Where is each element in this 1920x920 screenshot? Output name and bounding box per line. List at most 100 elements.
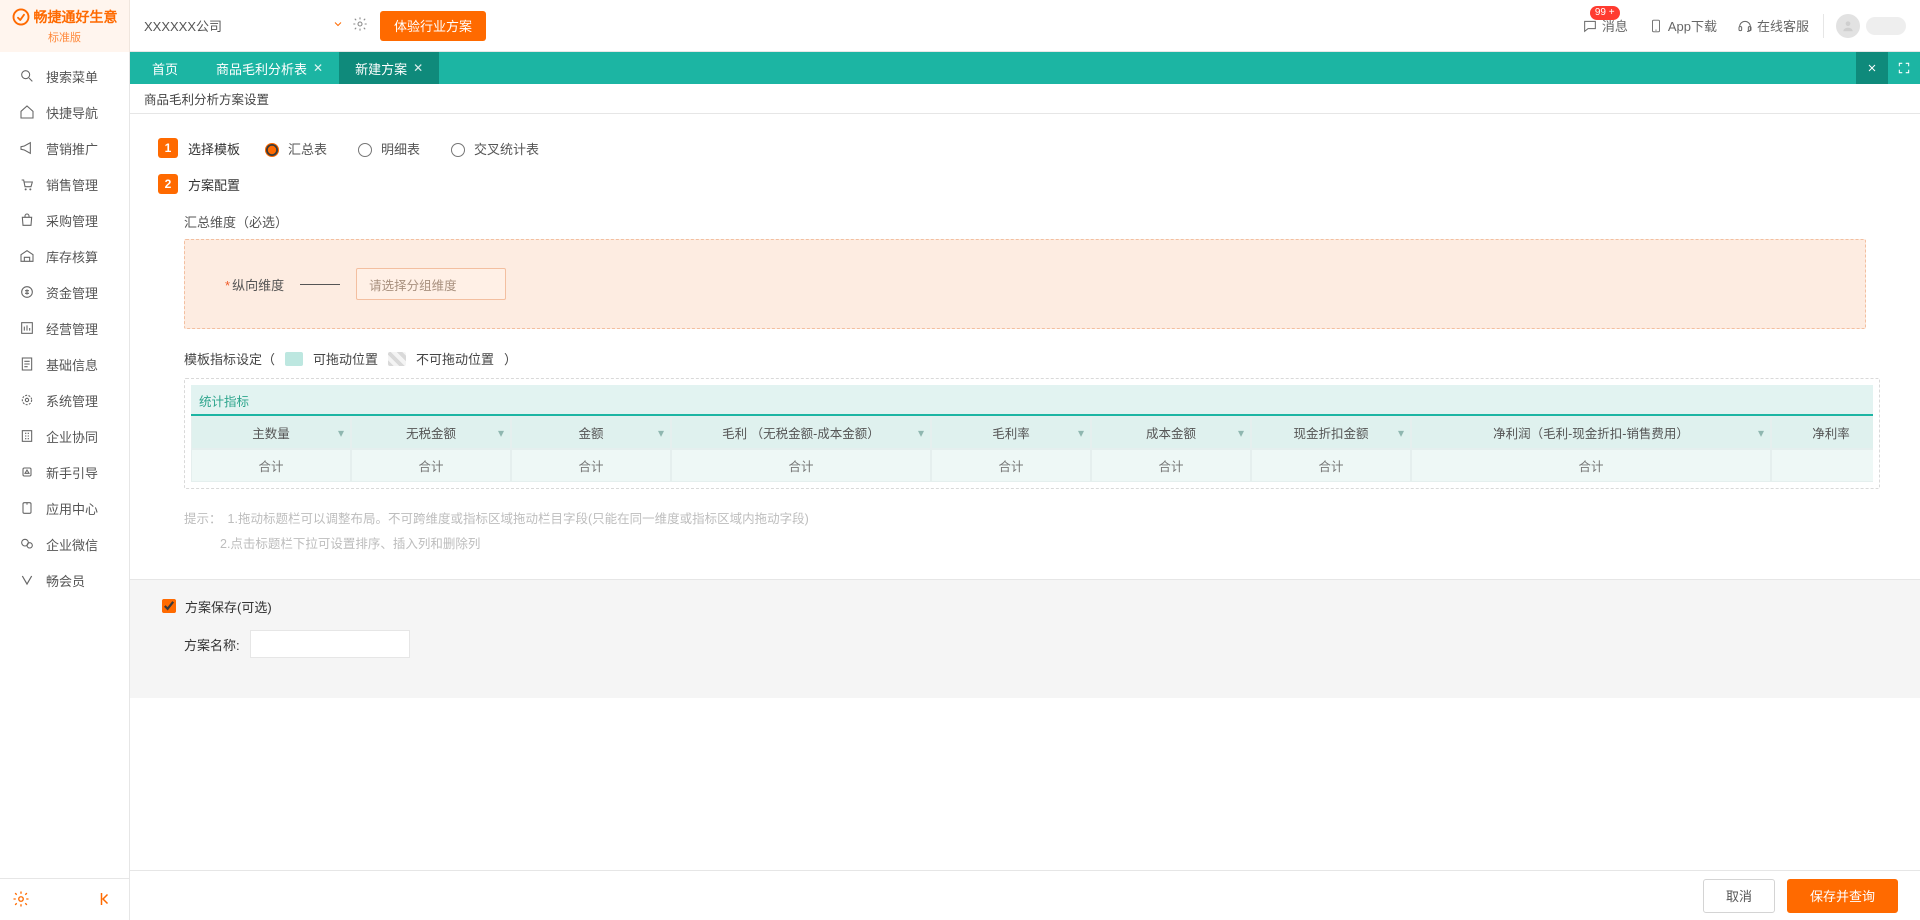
metric-total-0: 合计 <box>191 449 351 482</box>
sidebar-item-label: 资金管理 <box>46 283 98 302</box>
brand-name: 畅捷通好生意 <box>34 7 118 27</box>
tab-0[interactable]: 首页 <box>130 52 200 84</box>
sidebar-item-8[interactable]: 基础信息 <box>0 346 129 382</box>
company-switch[interactable]: XXXXXX公司 <box>144 16 368 35</box>
online-service-label: 在线客服 <box>1757 16 1809 35</box>
doc-icon <box>18 355 36 373</box>
settings-icon[interactable] <box>352 16 368 35</box>
sidebar-item-12[interactable]: 应用中心 <box>0 490 129 526</box>
sidebar-item-13[interactable]: 企业微信 <box>0 526 129 562</box>
sidebar-item-3[interactable]: 销售管理 <box>0 166 129 202</box>
sidebar-item-9[interactable]: 系统管理 <box>0 382 129 418</box>
cancel-button[interactable]: 取消 <box>1703 879 1775 913</box>
warehouse-icon <box>18 247 36 265</box>
template-radio-2[interactable] <box>451 143 465 157</box>
app-download-label: App下载 <box>1668 16 1717 35</box>
sidebar-item-label: 企业微信 <box>46 535 98 554</box>
save-query-button[interactable]: 保存并查询 <box>1787 879 1898 913</box>
phone-icon <box>1648 18 1664 34</box>
plan-save-checkbox[interactable]: 方案保存(可选) <box>158 596 1892 616</box>
legend-close: ） <box>504 349 517 368</box>
sidebar-settings-icon[interactable] <box>12 890 32 910</box>
chevron-down-icon: ▾ <box>1238 426 1244 440</box>
cart-icon <box>18 175 36 193</box>
dimension-slot[interactable]: 请选择分组维度 <box>356 268 506 300</box>
footer-bar: 取消 保存并查询 <box>130 870 1920 920</box>
messages-badge: 99 + <box>1590 6 1620 20</box>
main-content: 商品毛利分析方案设置 1 选择模板 汇总表明细表交叉统计表 2 方案配置 汇总维… <box>130 84 1920 870</box>
messages-link[interactable]: 消息 99 + <box>1572 0 1638 51</box>
tab-label: 新建方案 <box>355 59 407 78</box>
sidebar-item-0[interactable]: 搜索菜单 <box>0 58 129 94</box>
home-icon <box>18 103 36 121</box>
tab-2[interactable]: 新建方案 ✕ <box>339 52 439 84</box>
sidebar-item-4[interactable]: 采购管理 <box>0 202 129 238</box>
top-header: 畅捷通好生意 标准版 XXXXXX公司 体验行业方案 消息 99 + App下载… <box>0 0 1920 52</box>
metrics-scroll[interactable]: 主数量▾无税金额▾金额▾毛利 （无税金额-成本金额）▾毛利率▾成本金额▾现金折扣… <box>191 416 1873 482</box>
metrics-container: 统计指标 主数量▾无税金额▾金额▾毛利 （无税金额-成本金额）▾毛利率▾成本金额… <box>184 378 1880 489</box>
megaphone-icon <box>18 139 36 157</box>
sidebar-footer <box>0 878 129 920</box>
metric-header-label: 现金折扣金额 <box>1293 423 1368 442</box>
metric-header-3[interactable]: 毛利 （无税金额-成本金额）▾ <box>671 416 931 449</box>
company-name: XXXXXX公司 <box>144 16 324 35</box>
online-service-link[interactable]: 在线客服 <box>1727 0 1819 51</box>
metric-header-5[interactable]: 成本金额 ▾ <box>1091 416 1251 449</box>
sidebar-item-label: 销售管理 <box>46 175 98 194</box>
template-radio-0[interactable] <box>265 143 279 157</box>
metric-header-7[interactable]: 净利润（毛利-现金折扣-销售费用）▾ <box>1411 416 1771 449</box>
rocket-icon <box>18 463 36 481</box>
sidebar-item-11[interactable]: 新手引导 <box>0 454 129 490</box>
sidebar-item-14[interactable]: 畅会员 <box>0 562 129 598</box>
gear-icon <box>18 391 36 409</box>
dimension-dropzone[interactable]: *纵向维度 请选择分组维度 <box>184 239 1866 329</box>
collapse-sidebar-icon[interactable] <box>97 890 117 910</box>
sidebar-item-7[interactable]: 经营管理 <box>0 310 129 346</box>
tab-label: 商品毛利分析表 <box>216 59 307 78</box>
metric-total-4: 合计 <box>931 449 1091 482</box>
sidebar-item-6[interactable]: 资金管理 <box>0 274 129 310</box>
search-icon <box>18 67 36 85</box>
plan-save-checkbox-input[interactable] <box>162 599 176 613</box>
chevron-down-icon <box>332 18 344 33</box>
bag-icon <box>18 211 36 229</box>
metric-total-2: 合计 <box>511 449 671 482</box>
tab-fullscreen-icon[interactable] <box>1888 52 1920 84</box>
tabs-bar: 首页商品毛利分析表 ✕ 新建方案 ✕ <box>130 52 1920 84</box>
tab-1[interactable]: 商品毛利分析表 ✕ <box>200 52 339 84</box>
user-menu[interactable] <box>1836 14 1906 38</box>
metric-header-4[interactable]: 毛利率▾ <box>931 416 1091 449</box>
plan-name-input[interactable] <box>250 630 410 658</box>
plan-name-label: 方案名称: <box>184 635 240 654</box>
metric-header-6[interactable]: 现金折扣金额 ▾ <box>1251 416 1411 449</box>
template-option-0[interactable]: 汇总表 <box>260 139 327 158</box>
sidebar-item-label: 企业协同 <box>46 427 98 446</box>
template-option-2[interactable]: 交叉统计表 <box>446 139 539 158</box>
metric-header-8[interactable]: 净利率 <box>1771 416 1873 449</box>
sidebar-item-label: 应用中心 <box>46 499 98 518</box>
tab-close-icon[interactable]: ✕ <box>413 61 423 75</box>
apps-icon <box>18 499 36 517</box>
tab-close-icon[interactable]: ✕ <box>313 61 323 75</box>
template-option-1[interactable]: 明细表 <box>353 139 420 158</box>
chevron-down-icon: ▾ <box>1398 426 1404 440</box>
template-radio-1[interactable] <box>358 143 372 157</box>
experience-plan-button[interactable]: 体验行业方案 <box>380 11 486 41</box>
headset-icon <box>1737 18 1753 34</box>
metric-header-label: 成本金额 <box>1146 423 1196 442</box>
brand-block: 畅捷通好生意 标准版 <box>0 0 130 52</box>
step-2-number: 2 <box>158 174 178 194</box>
tab-close-all-icon[interactable] <box>1856 52 1888 84</box>
vip-icon <box>18 571 36 589</box>
app-download-link[interactable]: App下载 <box>1638 0 1727 51</box>
metric-header-0[interactable]: 主数量▾ <box>191 416 351 449</box>
dimension-section-title: 汇总维度（必选） <box>184 212 1892 231</box>
sidebar-item-2[interactable]: 营销推广 <box>0 130 129 166</box>
sidebar-item-10[interactable]: 企业协同 <box>0 418 129 454</box>
metric-header-2[interactable]: 金额▾ <box>511 416 671 449</box>
metric-header-1[interactable]: 无税金额▾ <box>351 416 511 449</box>
metric-header-label: 主数量 <box>252 423 290 442</box>
metrics-group-title: 统计指标 <box>191 385 1873 416</box>
sidebar-item-1[interactable]: 快捷导航 <box>0 94 129 130</box>
sidebar-item-5[interactable]: 库存核算 <box>0 238 129 274</box>
